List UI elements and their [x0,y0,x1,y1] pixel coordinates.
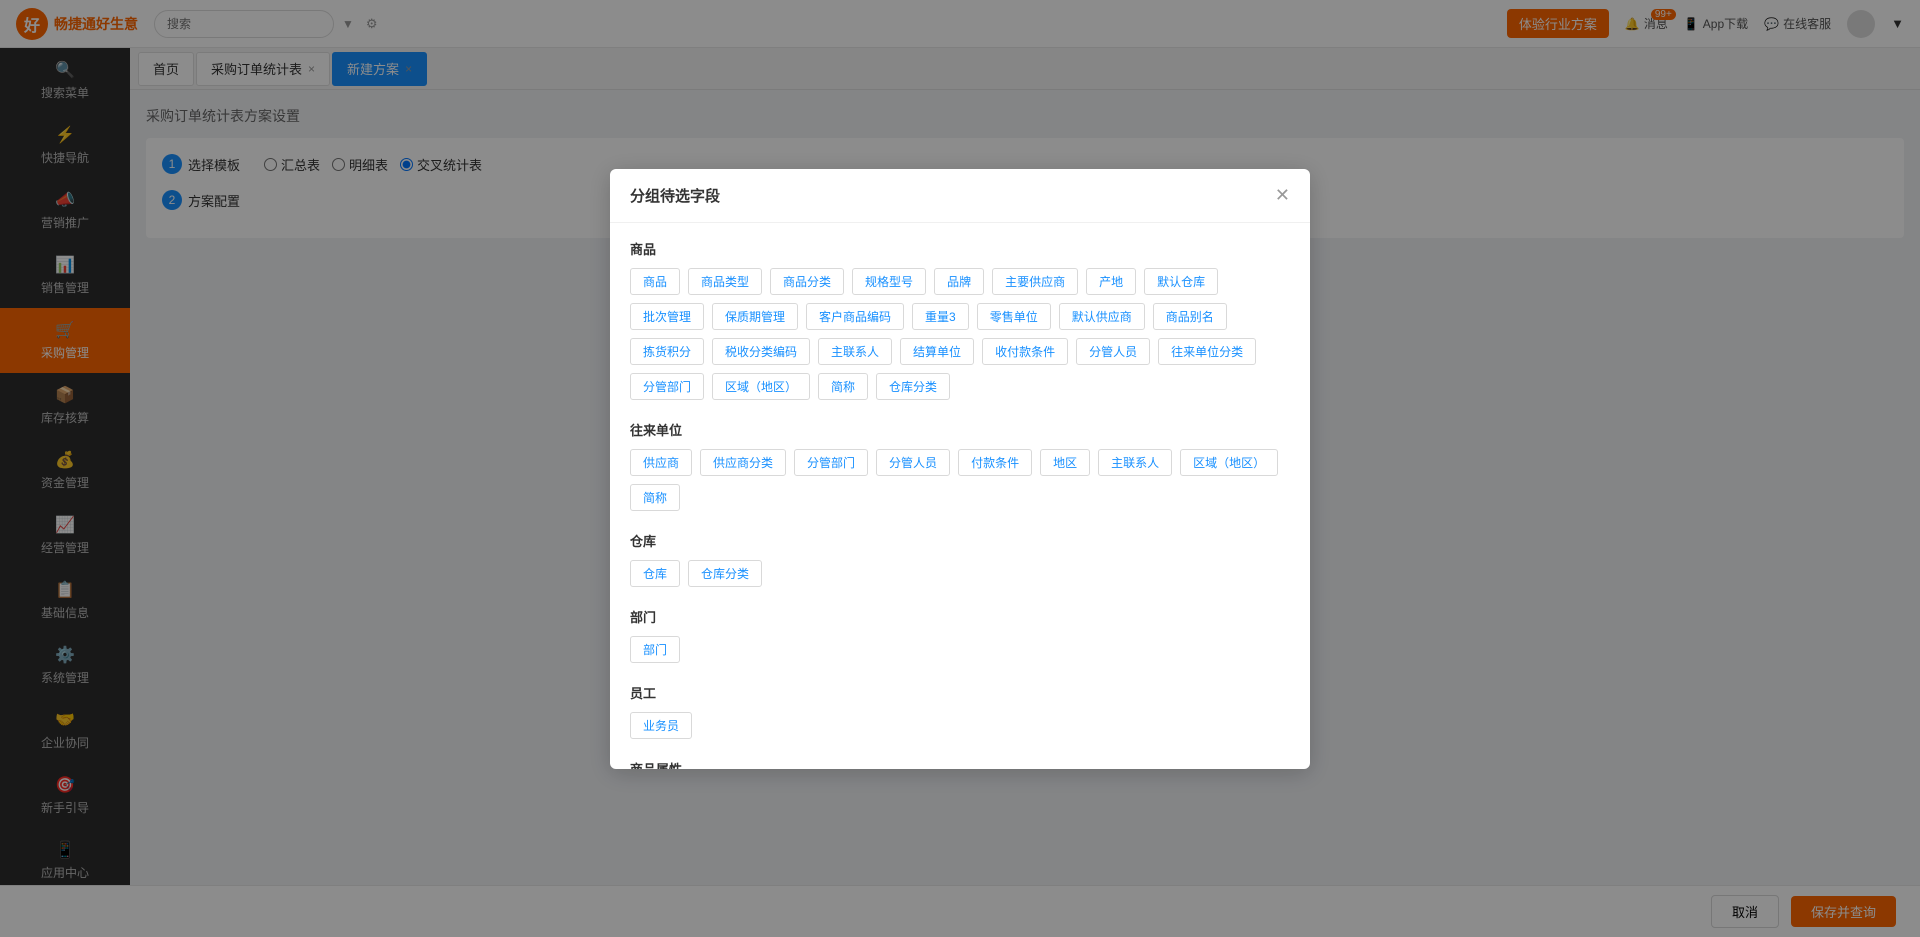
field-tag[interactable]: 客户商品编码 [806,303,904,330]
field-group-title-partner: 往来单位 [630,420,1290,439]
field-tag[interactable]: 供应商分类 [700,449,786,476]
field-group-goods: 商品商品商品类型商品分类规格型号品牌主要供应商产地默认仓库批次管理保质期管理客户… [630,239,1290,400]
field-group-partner: 往来单位供应商供应商分类分管部门分管人员付款条件地区主联系人区域（地区） 简称 [630,420,1290,511]
modal-close-button[interactable]: ✕ [1275,185,1290,206]
field-tag[interactable]: 主联系人 [818,338,892,365]
field-tag[interactable]: 分管人员 [1076,338,1150,365]
field-tag[interactable]: 分管部门 [630,373,704,400]
field-tag[interactable]: 默认仓库 [1144,268,1218,295]
field-group-employee: 员工业务员 [630,683,1290,739]
field-tag[interactable]: 仓库分类 [688,560,762,587]
field-group-title-warehouse: 仓库 [630,531,1290,550]
field-tags-employee: 业务员 [630,712,1290,739]
field-tag[interactable]: 业务员 [630,712,692,739]
modal: 分组待选字段 ✕ 商品商品商品类型商品分类规格型号品牌主要供应商产地默认仓库批次… [610,169,1310,769]
field-group-attr: 商品属性属性颜色多规格尺码鞋码1 [630,759,1290,769]
field-tags-goods: 商品商品类型商品分类规格型号品牌主要供应商产地默认仓库批次管理保质期管理客户商品… [630,268,1290,400]
field-tag[interactable]: 区域（地区） [712,373,810,400]
field-tag[interactable]: 规格型号 [852,268,926,295]
field-tag[interactable]: 商品别名 [1153,303,1227,330]
field-tag[interactable]: 零售单位 [977,303,1051,330]
modal-header: 分组待选字段 ✕ [610,169,1310,223]
field-tag[interactable]: 简称 [630,484,680,511]
field-tag[interactable]: 商品类型 [688,268,762,295]
field-tag[interactable]: 付款条件 [958,449,1032,476]
field-tag[interactable]: 产地 [1086,268,1136,295]
field-tag[interactable]: 重量3 [912,303,969,330]
field-tags-department: 部门 [630,636,1290,663]
field-tag[interactable]: 税收分类编码 [712,338,810,365]
field-tag[interactable]: 结算单位 [900,338,974,365]
field-tag[interactable]: 主要供应商 [992,268,1078,295]
modal-body[interactable]: 商品商品商品类型商品分类规格型号品牌主要供应商产地默认仓库批次管理保质期管理客户… [610,223,1310,769]
field-tags-warehouse: 仓库仓库分类 [630,560,1290,587]
field-tag[interactable]: 仓库分类 [876,373,950,400]
field-group-title-department: 部门 [630,607,1290,626]
field-tag[interactable]: 收付款条件 [982,338,1068,365]
field-tag[interactable]: 区域（地区） [1180,449,1278,476]
field-group-title-attr: 商品属性 [630,759,1290,769]
field-tag[interactable]: 部门 [630,636,680,663]
field-tag[interactable]: 默认供应商 [1059,303,1145,330]
field-tag[interactable]: 供应商 [630,449,692,476]
field-group-department: 部门部门 [630,607,1290,663]
field-tag[interactable]: 仓库 [630,560,680,587]
modal-overlay: 分组待选字段 ✕ 商品商品商品类型商品分类规格型号品牌主要供应商产地默认仓库批次… [0,0,1920,937]
field-tag[interactable]: 批次管理 [630,303,704,330]
field-tag[interactable]: 地区 [1040,449,1090,476]
field-group-warehouse: 仓库仓库仓库分类 [630,531,1290,587]
field-tag[interactable]: 往来单位分类 [1158,338,1256,365]
modal-title: 分组待选字段 [630,185,720,206]
field-tag[interactable]: 商品 [630,268,680,295]
field-group-title-employee: 员工 [630,683,1290,702]
field-tag[interactable]: 商品分类 [770,268,844,295]
field-tag[interactable]: 主联系人 [1098,449,1172,476]
field-tags-partner: 供应商供应商分类分管部门分管人员付款条件地区主联系人区域（地区） 简称 [630,449,1290,511]
field-tag[interactable]: 分管人员 [876,449,950,476]
field-group-title-goods: 商品 [630,239,1290,258]
field-tag[interactable]: 品牌 [934,268,984,295]
field-tag[interactable]: 简称 [818,373,868,400]
field-tag[interactable]: 保质期管理 [712,303,798,330]
field-tag[interactable]: 分管部门 [794,449,868,476]
field-tag[interactable]: 拣货积分 [630,338,704,365]
